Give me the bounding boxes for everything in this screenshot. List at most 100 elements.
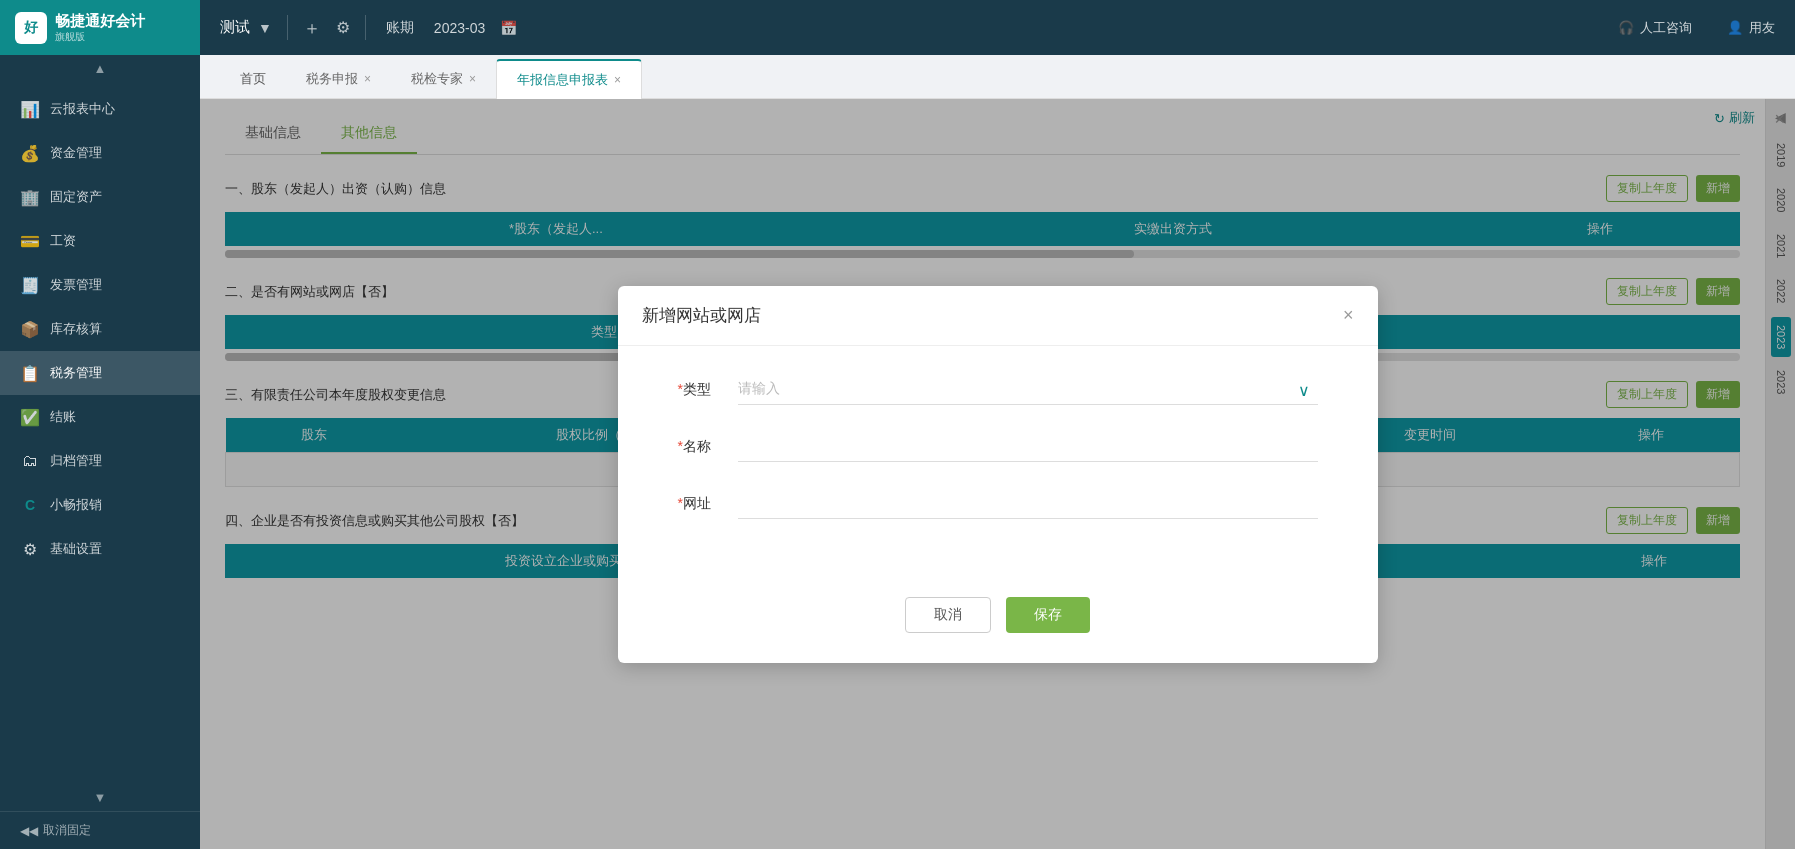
payroll-icon: 💳 (20, 231, 40, 251)
company-name: 测试 (220, 18, 250, 37)
sidebar-item-label: 资金管理 (50, 144, 102, 162)
company-selector[interactable]: 测试 ▼ (220, 18, 272, 37)
sidebar-logo: 好 畅捷通好会计 旗舰版 (0, 0, 200, 55)
nav-scroll-down[interactable]: ▼ (0, 784, 200, 811)
content-area: 基础信息 其他信息 一、股东（发起人）出资（认购）信息 复制上年度 新增 (200, 99, 1795, 849)
tab-annual-report-label: 年报信息申报表 (517, 71, 608, 89)
tax-mgmt-icon: 📋 (20, 363, 40, 383)
url-label: *网址 (678, 495, 738, 513)
user-label: 用友 (1749, 19, 1775, 37)
calendar-icon[interactable]: 📅 (500, 20, 517, 36)
user-icon: 👤 (1727, 20, 1743, 35)
sidebar-item-cloud-report[interactable]: 📊 云报表中心 (0, 87, 200, 131)
sidebar-item-label: 工资 (50, 232, 76, 250)
nav-scroll-up[interactable]: ▲ (0, 55, 200, 82)
cancel-fixed-label: 取消固定 (43, 822, 91, 839)
basic-settings-icon: ⚙ (20, 539, 40, 559)
tab-home-label: 首页 (240, 70, 266, 88)
sidebar-item-fund-mgmt[interactable]: 💰 资金管理 (0, 131, 200, 175)
sidebar-item-label: 固定资产 (50, 188, 102, 206)
tab-tax-report-label: 税务申报 (306, 70, 358, 88)
cloud-report-icon: 📊 (20, 99, 40, 119)
sidebar-item-label: 税务管理 (50, 364, 102, 382)
form-row-url: *网址 (678, 490, 1318, 519)
sidebar-item-label: 发票管理 (50, 276, 102, 294)
sidebar-item-accounting[interactable]: ✅ 结账 (0, 395, 200, 439)
tab-annual-report[interactable]: 年报信息申报表 × (496, 59, 642, 99)
sidebar-item-payroll[interactable]: 💳 工资 (0, 219, 200, 263)
user-button[interactable]: 👤 用友 (1727, 19, 1775, 37)
accounting-icon: ✅ (20, 407, 40, 427)
modal-overlay: 新增网站或网店 × *类型 ∨ (200, 99, 1795, 849)
sidebar-item-label: 云报表中心 (50, 100, 115, 118)
sidebar-item-xiaochang[interactable]: C 小畅报销 (0, 483, 200, 527)
name-label: *名称 (678, 438, 738, 456)
inventory-icon: 📦 (20, 319, 40, 339)
required-mark-url: * (678, 495, 683, 511)
sidebar-item-label: 归档管理 (50, 452, 102, 470)
sidebar-item-fixed-asset[interactable]: 🏢 固定资产 (0, 175, 200, 219)
chevron-down-icon: ▼ (258, 20, 272, 36)
modal-body: *类型 ∨ *名称 (618, 346, 1378, 577)
modal-close-button[interactable]: × (1343, 306, 1354, 324)
xiaochang-icon: C (20, 495, 40, 515)
archive-icon: 🗂 (20, 451, 40, 471)
topbar-divider2 (365, 15, 366, 40)
invoice-mgmt-icon: 🧾 (20, 275, 40, 295)
sidebar-item-label: 库存核算 (50, 320, 102, 338)
tab-tax-report[interactable]: 税务申报 × (286, 60, 391, 98)
tab-tax-audit[interactable]: 税检专家 × (391, 60, 496, 98)
name-input-wrap (738, 433, 1318, 462)
topbar-divider (287, 15, 288, 40)
settings-button[interactable]: ⚙ (336, 18, 350, 37)
logo-icon: 好 (15, 12, 47, 44)
type-label: *类型 (678, 381, 738, 399)
period-value: 2023-03 (434, 20, 485, 36)
type-input[interactable] (738, 376, 1318, 400)
tab-home[interactable]: 首页 (220, 60, 286, 98)
sidebar-item-basic-settings[interactable]: ⚙ 基础设置 (0, 527, 200, 571)
required-mark-type: * (678, 381, 683, 397)
tab-tax-audit-close[interactable]: × (469, 73, 476, 85)
modal-footer: 取消 保存 (618, 577, 1378, 663)
modal-title: 新增网站或网店 (642, 304, 761, 327)
sidebar-item-archive[interactable]: 🗂 归档管理 (0, 439, 200, 483)
main-area: 测试 ▼ ＋ ⚙ 账期 2023-03 📅 🎧 人工咨询 👤 用友 首页 (200, 0, 1795, 849)
tab-annual-report-close[interactable]: × (614, 74, 621, 86)
form-row-type: *类型 ∨ (678, 376, 1318, 405)
logo-text: 畅捷通好会计 (55, 12, 145, 30)
fund-mgmt-icon: 💰 (20, 143, 40, 163)
period-label: 账期 (386, 19, 414, 37)
left-arrow-icon: ◀◀ (20, 824, 38, 838)
tab-tax-report-close[interactable]: × (364, 73, 371, 85)
type-input-wrap: ∨ (738, 376, 1318, 405)
tabbar: 首页 税务申报 × 税检专家 × 年报信息申报表 × (200, 55, 1795, 99)
add-company-button[interactable]: ＋ (303, 16, 321, 40)
headset-icon: 🎧 (1618, 20, 1634, 35)
cancel-button[interactable]: 取消 (905, 597, 991, 633)
url-input-wrap (738, 490, 1318, 519)
chevron-down-icon-type[interactable]: ∨ (1298, 380, 1310, 399)
name-input[interactable] (738, 433, 1318, 457)
url-input[interactable] (738, 490, 1318, 514)
sidebar-item-inventory[interactable]: 📦 库存核算 (0, 307, 200, 351)
sidebar-item-invoice-mgmt[interactable]: 🧾 发票管理 (0, 263, 200, 307)
sidebar-item-tax-mgmt[interactable]: 📋 税务管理 (0, 351, 200, 395)
topbar: 测试 ▼ ＋ ⚙ 账期 2023-03 📅 🎧 人工咨询 👤 用友 (200, 0, 1795, 55)
sidebar-item-label: 小畅报销 (50, 496, 102, 514)
sidebar-item-label: 基础设置 (50, 540, 102, 558)
tab-tax-audit-label: 税检专家 (411, 70, 463, 88)
fixed-asset-icon: 🏢 (20, 187, 40, 207)
sidebar-nav: 📊 云报表中心 💰 资金管理 🏢 固定资产 💳 工资 🧾 发票管理 📦 (0, 82, 200, 784)
sidebar-item-label: 结账 (50, 408, 76, 426)
required-mark-name: * (678, 438, 683, 454)
add-website-modal: 新增网站或网店 × *类型 ∨ (618, 286, 1378, 663)
help-label: 人工咨询 (1640, 19, 1692, 37)
logo-sub: 旗舰版 (55, 30, 145, 44)
modal-header: 新增网站或网店 × (618, 286, 1378, 346)
help-button[interactable]: 🎧 人工咨询 (1618, 19, 1692, 37)
save-button[interactable]: 保存 (1006, 597, 1090, 633)
form-row-name: *名称 (678, 433, 1318, 462)
cancel-fixed-button[interactable]: ◀◀ 取消固定 (0, 811, 200, 849)
sidebar: 好 畅捷通好会计 旗舰版 ▲ 📊 云报表中心 💰 资金管理 🏢 固定资产 💳 (0, 0, 200, 849)
